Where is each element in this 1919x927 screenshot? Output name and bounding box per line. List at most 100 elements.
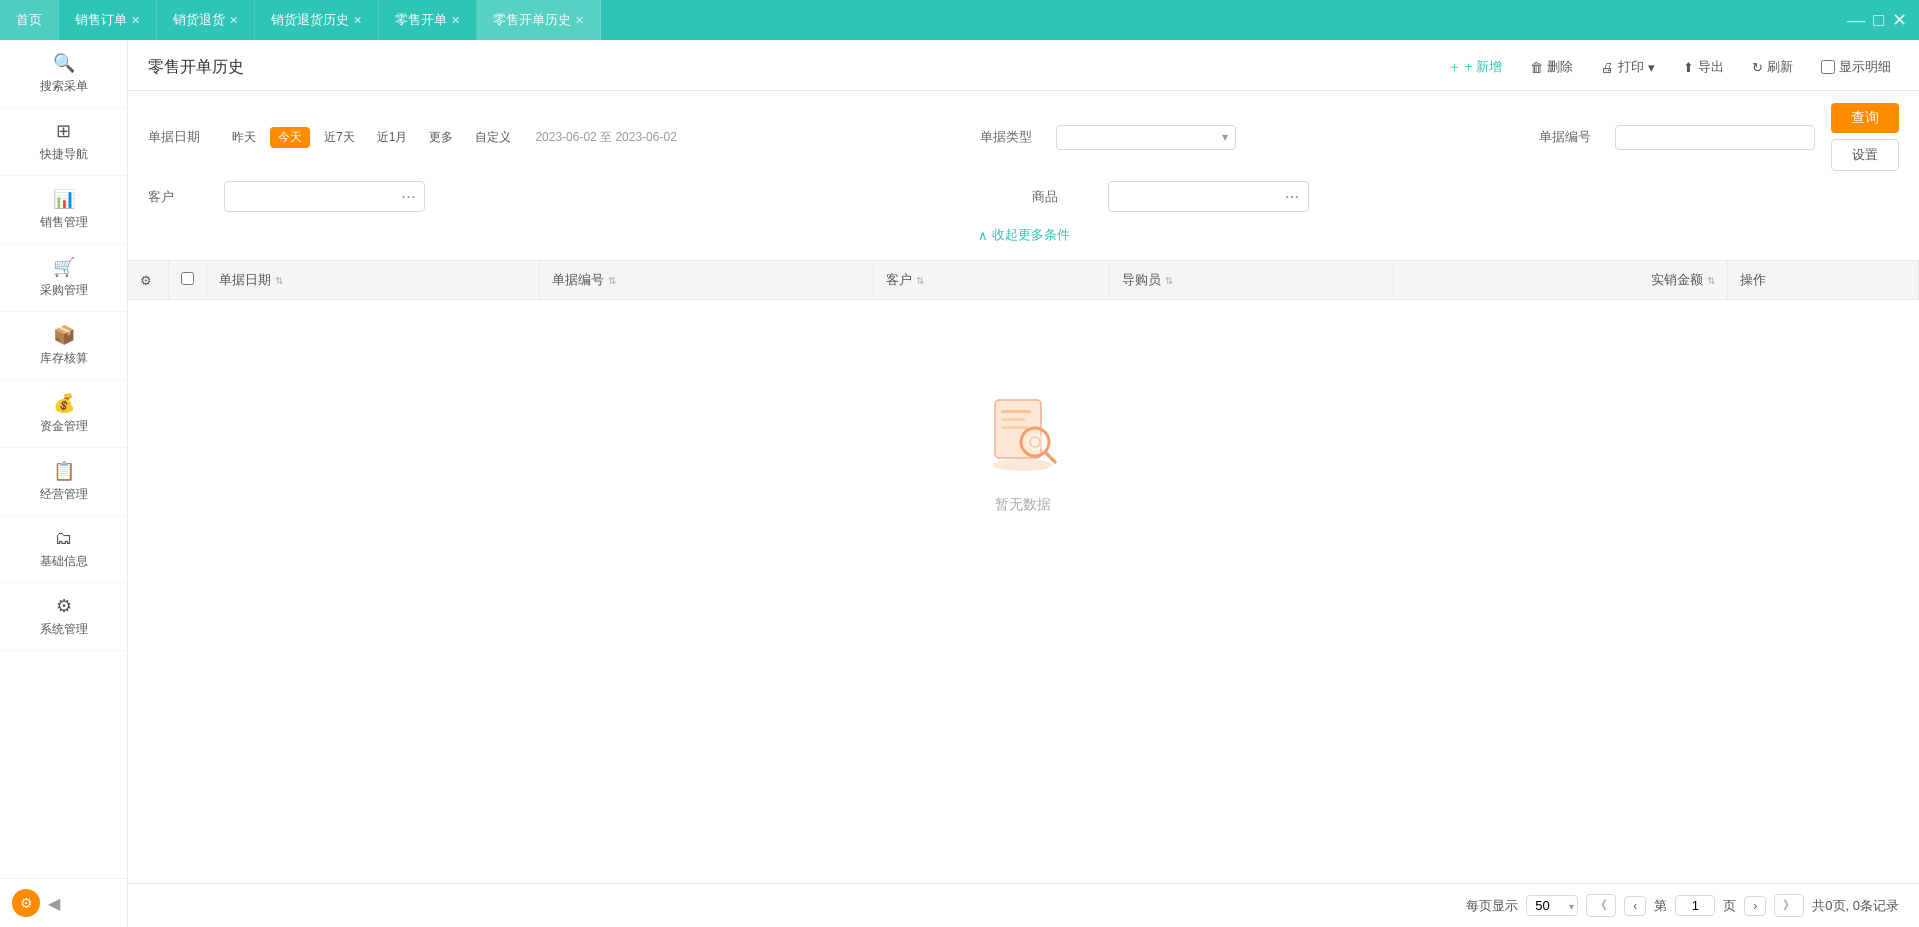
- sidebar-settings-button[interactable]: ⚙: [12, 889, 40, 917]
- quick-nav-icon: ⊞: [56, 120, 71, 142]
- sort-date-icon[interactable]: ⇅: [275, 275, 283, 286]
- th-checkbox[interactable]: [168, 261, 206, 300]
- business-mgmt-icon: 📋: [53, 460, 75, 482]
- table-container: ⚙ 单据日期 ⇅ 单据编号: [128, 261, 1919, 883]
- empty-state-text: 暂无数据: [995, 496, 1051, 514]
- sidebar-item-inventory[interactable]: 📦 库存核算: [0, 312, 127, 380]
- sidebar-item-finance-mgmt[interactable]: 💰 资金管理: [0, 380, 127, 448]
- sort-amount-icon[interactable]: ⇅: [1707, 275, 1715, 286]
- sort-number-icon[interactable]: ⇅: [608, 275, 616, 286]
- empty-state-row: 暂无数据: [128, 300, 1919, 595]
- total-info: 共0页, 0条记录: [1812, 897, 1899, 915]
- th-number[interactable]: 单据编号 ⇅: [540, 261, 874, 300]
- per-page-select[interactable]: 10 20 50 100: [1526, 895, 1578, 916]
- settings-filter-button[interactable]: 设置: [1831, 139, 1899, 171]
- th-salesperson[interactable]: 导购员 ⇅: [1109, 261, 1394, 300]
- tab-retail-open-history-label: 零售开单历史: [493, 11, 571, 29]
- page-header: 零售开单历史 ＋ + 新增 🗑 删除 🖨 打印 ▾ ⬆ 导出: [128, 40, 1919, 91]
- custom-btn[interactable]: 自定义: [467, 127, 519, 148]
- sort-salesperson-icon[interactable]: ⇅: [1165, 275, 1173, 286]
- customer-filter-label: 客户: [148, 188, 208, 206]
- tab-sales-return-history[interactable]: 销货退货历史 ✕: [255, 0, 379, 40]
- th-customer[interactable]: 客户 ⇅: [873, 261, 1109, 300]
- sidebar-item-sales-mgmt[interactable]: 📊 销售管理: [0, 176, 127, 244]
- last-month-btn[interactable]: 近1月: [369, 127, 416, 148]
- product-ellipsis-icon[interactable]: ···: [1285, 186, 1300, 207]
- close-sales-return-history-icon[interactable]: ✕: [353, 14, 362, 27]
- number-input[interactable]: [1615, 125, 1815, 150]
- display-detail-toggle[interactable]: 显示明细: [1813, 54, 1899, 80]
- th-date[interactable]: 单据日期 ⇅: [206, 261, 540, 300]
- sort-customer-icon[interactable]: ⇅: [916, 275, 924, 286]
- refresh-button[interactable]: ↻ 刷新: [1744, 54, 1801, 80]
- sidebar-item-quick-nav[interactable]: ⊞ 快捷导航: [0, 108, 127, 176]
- empty-state: 暂无数据: [128, 300, 1919, 594]
- content-area: 零售开单历史 ＋ + 新增 🗑 删除 🖨 打印 ▾ ⬆ 导出: [128, 40, 1919, 927]
- th-customer-label: 客户: [886, 271, 912, 289]
- sidebar-collapse-button[interactable]: ◀: [48, 894, 60, 913]
- tab-sales-return[interactable]: 销货退货 ✕: [157, 0, 255, 40]
- window-minimize-btn[interactable]: —: [1847, 10, 1865, 31]
- th-settings[interactable]: ⚙: [128, 261, 168, 300]
- th-salesperson-label: 导购员: [1122, 271, 1161, 289]
- svg-rect-4: [1001, 426, 1029, 429]
- tab-sales-order[interactable]: 销售订单 ✕: [59, 0, 157, 40]
- tab-retail-open-history[interactable]: 零售开单历史 ✕: [477, 0, 601, 40]
- customer-input[interactable]: [233, 189, 401, 204]
- page-title: 零售开单历史: [148, 57, 244, 78]
- export-icon: ⬆: [1683, 60, 1694, 75]
- per-page-label: 每页显示: [1466, 897, 1518, 915]
- data-table: ⚙ 单据日期 ⇅ 单据编号: [128, 261, 1919, 594]
- first-page-btn[interactable]: 《: [1586, 894, 1616, 917]
- type-select-wrapper: [1056, 125, 1236, 150]
- sidebar-item-purchase-mgmt[interactable]: 🛒 采购管理: [0, 244, 127, 312]
- export-button[interactable]: ⬆ 导出: [1675, 54, 1732, 80]
- sidebar-item-search-purchase[interactable]: 🔍 搜索采单: [0, 40, 127, 108]
- prev-page-btn[interactable]: ‹: [1624, 896, 1646, 916]
- svg-point-0: [993, 459, 1053, 471]
- print-button[interactable]: 🖨 打印 ▾: [1593, 54, 1663, 80]
- window-controls: — □ ✕: [1835, 9, 1919, 31]
- print-arrow-icon: ▾: [1648, 60, 1655, 75]
- page-input[interactable]: [1675, 895, 1715, 916]
- type-select[interactable]: [1056, 125, 1236, 150]
- tab-sales-return-label: 销货退货: [173, 11, 225, 29]
- select-all-checkbox[interactable]: [181, 272, 194, 285]
- close-sales-order-icon[interactable]: ✕: [131, 14, 140, 27]
- more-btn[interactable]: 更多: [421, 127, 461, 148]
- sidebar-item-business-mgmt[interactable]: 📋 经营管理: [0, 448, 127, 516]
- today-btn[interactable]: 今天: [270, 127, 310, 148]
- tab-retail-open[interactable]: 零售开单 ✕: [379, 0, 477, 40]
- nav-tabs: 首页 销售订单 ✕ 销货退货 ✕ 销货退货历史 ✕ 零售开单 ✕ 零售开单历史 …: [0, 0, 1835, 40]
- window-maximize-btn[interactable]: □: [1873, 10, 1884, 31]
- query-button[interactable]: 查询: [1831, 103, 1899, 133]
- th-actions: 操作: [1727, 261, 1918, 300]
- add-label: + 新增: [1465, 58, 1502, 76]
- sidebar-item-basic-info[interactable]: 🗂 基础信息: [0, 516, 127, 583]
- sidebar-item-quick-nav-label: 快捷导航: [40, 146, 88, 163]
- delete-button[interactable]: 🗑 删除: [1522, 54, 1581, 80]
- th-actions-label: 操作: [1740, 272, 1766, 287]
- close-retail-open-icon[interactable]: ✕: [451, 14, 460, 27]
- window-close-btn[interactable]: ✕: [1892, 9, 1907, 31]
- yesterday-btn[interactable]: 昨天: [224, 127, 264, 148]
- add-button[interactable]: ＋ + 新增: [1440, 54, 1510, 80]
- product-input[interactable]: [1117, 189, 1285, 204]
- date-quick-buttons: 昨天 今天 近7天 近1月 更多 自定义: [224, 127, 519, 148]
- last7-btn[interactable]: 近7天: [316, 127, 363, 148]
- basic-info-icon: 🗂: [55, 528, 73, 549]
- close-sales-return-icon[interactable]: ✕: [229, 14, 238, 27]
- settings-col-icon[interactable]: ⚙: [140, 273, 152, 288]
- sidebar-item-system-mgmt[interactable]: ⚙ 系统管理: [0, 583, 127, 651]
- print-icon: 🖨: [1601, 60, 1614, 75]
- tab-home[interactable]: 首页: [0, 0, 59, 40]
- collapse-filter-btn[interactable]: ∧ 收起更多条件: [148, 222, 1899, 248]
- purchase-mgmt-icon: 🛒: [53, 256, 75, 278]
- close-retail-open-history-icon[interactable]: ✕: [575, 14, 584, 27]
- customer-ellipsis-icon[interactable]: ···: [401, 186, 416, 207]
- display-detail-checkbox[interactable]: [1821, 60, 1835, 74]
- th-amount[interactable]: 实销金额 ⇅: [1394, 261, 1728, 300]
- system-mgmt-icon: ⚙: [56, 595, 72, 617]
- next-page-btn[interactable]: ›: [1744, 896, 1766, 916]
- last-page-btn[interactable]: 》: [1774, 894, 1804, 917]
